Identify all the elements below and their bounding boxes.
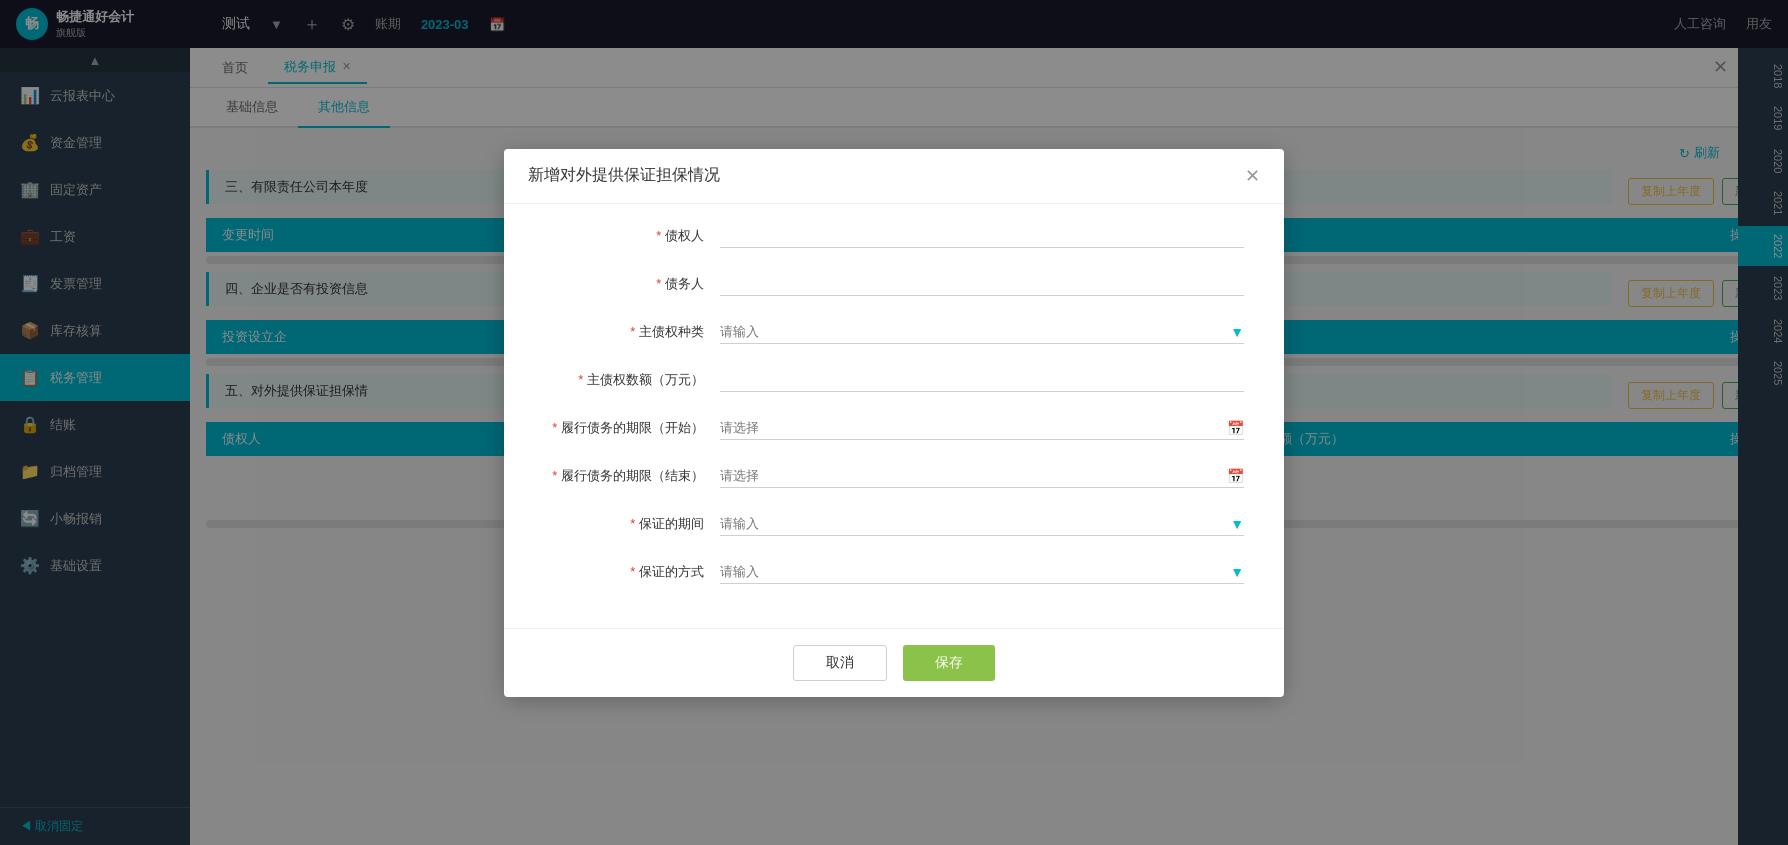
guarantee-method-input[interactable] xyxy=(720,560,1244,584)
guarantee-period-label: * 保证的期间 xyxy=(544,515,704,533)
period-start-date-wrapper: 📅 xyxy=(720,416,1244,440)
period-start-input[interactable] xyxy=(720,416,1244,440)
modal-footer: 取消 保存 xyxy=(504,628,1284,697)
form-row-debtor: * 债务人 xyxy=(544,272,1244,296)
debtor-input[interactable] xyxy=(720,272,1244,296)
guarantee-period-select-wrapper: ▼ xyxy=(720,512,1244,536)
save-button[interactable]: 保存 xyxy=(903,645,995,681)
modal-close-button[interactable]: ✕ xyxy=(1245,165,1260,187)
period-end-label: * 履行债务的期限（结束） xyxy=(544,467,704,485)
claim-type-select-wrapper: ▼ xyxy=(720,320,1244,344)
form-row-period-end: * 履行债务的期限（结束） 📅 xyxy=(544,464,1244,488)
modal-title: 新增对外提供保证担保情况 xyxy=(528,165,720,186)
form-row-guarantee-period: * 保证的期间 ▼ xyxy=(544,512,1244,536)
debtor-label: * 债务人 xyxy=(544,275,704,293)
cancel-button[interactable]: 取消 xyxy=(793,645,887,681)
form-row-period-start: * 履行债务的期限（开始） 📅 xyxy=(544,416,1244,440)
modal-header: 新增对外提供保证担保情况 ✕ xyxy=(504,149,1284,204)
claim-amount-label: * 主债权数额（万元） xyxy=(544,371,704,389)
period-end-calendar-icon[interactable]: 📅 xyxy=(1227,468,1244,484)
modal-overlay[interactable]: 新增对外提供保证担保情况 ✕ * 债权人 * 债务人 xyxy=(0,0,1788,845)
creditor-label: * 债权人 xyxy=(544,227,704,245)
claim-type-input[interactable] xyxy=(720,320,1244,344)
guarantee-period-input[interactable] xyxy=(720,512,1244,536)
modal-dialog: 新增对外提供保证担保情况 ✕ * 债权人 * 债务人 xyxy=(504,149,1284,697)
claim-type-label: * 主债权种类 xyxy=(544,323,704,341)
form-row-creditor: * 债权人 xyxy=(544,224,1244,248)
guarantee-method-select-wrapper: ▼ xyxy=(720,560,1244,584)
period-end-date-wrapper: 📅 xyxy=(720,464,1244,488)
period-start-label: * 履行债务的期限（开始） xyxy=(544,419,704,437)
guarantee-method-label: * 保证的方式 xyxy=(544,563,704,581)
form-row-claim-amount: * 主债权数额（万元） xyxy=(544,368,1244,392)
period-start-calendar-icon[interactable]: 📅 xyxy=(1227,420,1244,436)
period-end-input[interactable] xyxy=(720,464,1244,488)
creditor-input[interactable] xyxy=(720,224,1244,248)
form-row-claim-type: * 主债权种类 ▼ xyxy=(544,320,1244,344)
form-row-guarantee-method: * 保证的方式 ▼ xyxy=(544,560,1244,584)
modal-body: * 债权人 * 债务人 * 主债权种类 xyxy=(504,204,1284,628)
claim-amount-input[interactable] xyxy=(720,368,1244,392)
